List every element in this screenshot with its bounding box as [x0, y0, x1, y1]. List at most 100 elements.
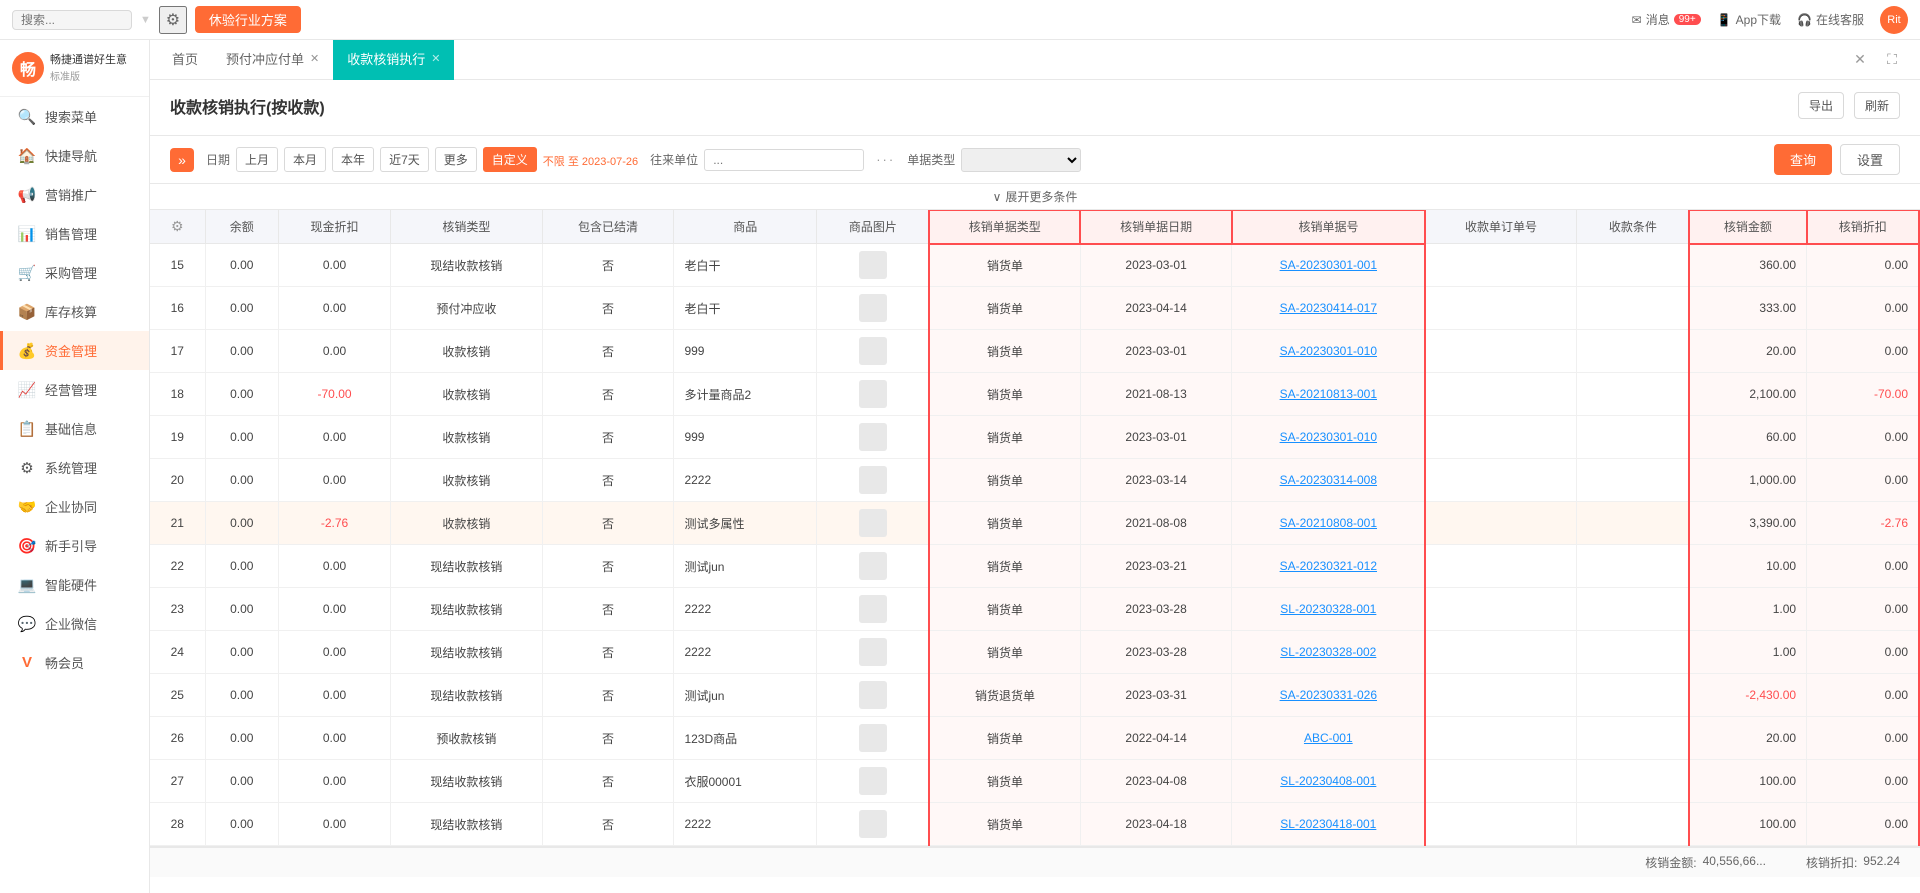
table-row[interactable]: 27 0.00 0.00 现结收款核销 否 衣服00001 销货单 2023-0…	[150, 760, 1919, 803]
page-header: 收款核销执行(按收款) 导出 刷新	[150, 80, 1920, 136]
cell-balance: 0.00	[205, 545, 278, 588]
sidebar-item-system[interactable]: ⚙ 系统管理	[0, 448, 149, 487]
sidebar-item-hardware[interactable]: 💻 智能硬件	[0, 565, 149, 604]
this-month-btn[interactable]: 本月	[284, 147, 326, 172]
doc-no-link[interactable]: SA-20210808-001	[1280, 516, 1377, 530]
doc-no-link[interactable]: SL-20230408-001	[1280, 774, 1376, 788]
from-unit-input[interactable]	[704, 149, 864, 171]
expand-filter-btn[interactable]: »	[170, 148, 194, 172]
app-download-label: App下载	[1736, 11, 1781, 28]
sidebar-item-purchase[interactable]: 🛒 采购管理	[0, 253, 149, 292]
cell-include-settled: 否	[542, 244, 674, 287]
doc-type-select[interactable]	[961, 148, 1081, 172]
doc-no-link[interactable]: SA-20230314-008	[1280, 473, 1377, 487]
doc-no-link[interactable]: ABC-001	[1304, 731, 1353, 745]
doc-no-link[interactable]: SL-20230328-002	[1280, 645, 1376, 659]
cell-verify-doc-type: 销货单	[929, 545, 1080, 588]
tab-close-btn[interactable]: ✕	[1848, 48, 1872, 72]
table-row[interactable]: 22 0.00 0.00 现结收款核销 否 测试jun 销货单 2023-03-…	[150, 545, 1919, 588]
table-row[interactable]: 16 0.00 0.00 预付冲应收 否 老白干 销货单 2023-04-14 …	[150, 287, 1919, 330]
col-include-settled: 包含已结清	[542, 210, 674, 244]
table-row[interactable]: 28 0.00 0.00 现结收款核销 否 2222 销货单 2023-04-1…	[150, 803, 1919, 846]
table-row[interactable]: 23 0.00 0.00 现结收款核销 否 2222 销货单 2023-03-2…	[150, 588, 1919, 631]
table-wrapper: ⚙ 余额 现金折扣 核销类型 包含已结清 商品 商品图片 核销单据类型 核销单据…	[150, 210, 1920, 893]
cell-verify-doc-no: SL-20230328-002	[1232, 631, 1426, 674]
doc-no-link[interactable]: SL-20230328-001	[1280, 602, 1376, 616]
sidebar-item-inventory[interactable]: 📦 库存核算	[0, 292, 149, 331]
col-settings[interactable]: ⚙	[150, 210, 205, 244]
cell-verify-doc-date: 2021-08-08	[1080, 502, 1231, 545]
sidebar-item-guide[interactable]: 🎯 新手引导	[0, 526, 149, 565]
doc-no-link[interactable]: SL-20230418-001	[1280, 817, 1376, 831]
message-item[interactable]: ✉ 消息 99+	[1632, 11, 1701, 28]
sidebar-item-collab[interactable]: 🤝 企业协同	[0, 487, 149, 526]
sidebar-item-marketing[interactable]: 📢 营销推广	[0, 175, 149, 214]
table-row[interactable]: 25 0.00 0.00 现结收款核销 否 测试jun 销货退货单 2023-0…	[150, 674, 1919, 717]
table-row[interactable]: 18 0.00 -70.00 收款核销 否 多计量商品2 销货单 2021-08…	[150, 373, 1919, 416]
sidebar-label-operations: 经营管理	[45, 380, 97, 399]
sidebar-item-base-info[interactable]: 📋 基础信息	[0, 409, 149, 448]
sidebar-item-vip[interactable]: V 畅会员	[0, 643, 149, 682]
tab-verify[interactable]: 收款核销执行 ✕	[333, 40, 454, 80]
user-avatar[interactable]: Rit	[1880, 6, 1908, 34]
industry-btn[interactable]: 休验行业方案	[195, 6, 301, 33]
cell-cash-discount: 0.00	[278, 545, 390, 588]
cell-cash-discount: 0.00	[278, 287, 390, 330]
sidebar-item-sales[interactable]: 📊 销售管理	[0, 214, 149, 253]
gear-button[interactable]: ⚙	[159, 6, 187, 34]
cell-balance: 0.00	[205, 244, 278, 287]
doc-no-link[interactable]: SA-20230331-026	[1280, 688, 1377, 702]
cell-goods-img	[817, 330, 929, 373]
top-bar-right: ✉ 消息 99+ 📱 App下载 🎧 在线客服 Rit	[1632, 6, 1908, 34]
last-month-btn[interactable]: 上月	[236, 147, 278, 172]
table-row[interactable]: 15 0.00 0.00 现结收款核销 否 老白干 销货单 2023-03-01…	[150, 244, 1919, 287]
cell-no: 16	[150, 287, 205, 330]
expand-more-btn[interactable]: ∨ 展开更多条件	[993, 188, 1078, 205]
set-btn[interactable]: 设置	[1840, 144, 1900, 175]
refresh-btn[interactable]: 刷新	[1854, 92, 1900, 119]
table-row[interactable]: 24 0.00 0.00 现结收款核销 否 2222 销货单 2023-03-2…	[150, 631, 1919, 674]
sidebar-item-finance[interactable]: 💰 资金管理	[0, 331, 149, 370]
cell-goods-img	[817, 717, 929, 760]
cell-balance: 0.00	[205, 588, 278, 631]
col-verify-doc-date: 核销单据日期	[1080, 210, 1231, 244]
more-date-btn[interactable]: 更多	[435, 147, 477, 172]
last-7-btn[interactable]: 近7天	[380, 147, 429, 172]
tab-verify-close[interactable]: ✕	[431, 52, 440, 65]
query-btn[interactable]: 查询	[1774, 144, 1832, 175]
cell-verify-type: 收款核销	[391, 330, 542, 373]
cell-receipt-order-no	[1425, 545, 1576, 588]
this-year-btn[interactable]: 本年	[332, 147, 374, 172]
cell-receipt-order-no	[1425, 416, 1576, 459]
cell-goods: 测试多属性	[674, 502, 817, 545]
cell-balance: 0.00	[205, 330, 278, 373]
sidebar-item-nav[interactable]: 🏠 快捷导航	[0, 136, 149, 175]
table-row[interactable]: 26 0.00 0.00 预收款核销 否 123D商品 销货单 2022-04-…	[150, 717, 1919, 760]
brand-search-input[interactable]	[12, 10, 132, 30]
table-row[interactable]: 19 0.00 0.00 收款核销 否 999 销货单 2023-03-01 S…	[150, 416, 1919, 459]
sidebar-item-search[interactable]: 🔍 搜索菜单	[0, 97, 149, 136]
online-support-item[interactable]: 🎧 在线客服	[1797, 11, 1864, 28]
cell-cash-discount: 0.00	[278, 717, 390, 760]
custom-date-btn[interactable]: 自定义	[483, 147, 537, 172]
doc-no-link[interactable]: SA-20230321-012	[1280, 559, 1377, 573]
tab-prepay-close[interactable]: ✕	[310, 52, 319, 65]
doc-no-link[interactable]: SA-20230301-010	[1280, 344, 1377, 358]
doc-no-link[interactable]: SA-20230301-001	[1280, 258, 1377, 272]
sidebar-item-wechat[interactable]: 💬 企业微信	[0, 604, 149, 643]
cell-receipt-condition	[1577, 287, 1689, 330]
table-row[interactable]: 20 0.00 0.00 收款核销 否 2222 销货单 2023-03-14 …	[150, 459, 1919, 502]
cell-verify-amount: 10.00	[1689, 545, 1807, 588]
export-btn[interactable]: 导出	[1798, 92, 1844, 119]
sidebar-item-operations[interactable]: 📈 经营管理	[0, 370, 149, 409]
doc-no-link[interactable]: SA-20230414-017	[1280, 301, 1377, 315]
app-download-item[interactable]: 📱 App下载	[1717, 11, 1781, 28]
doc-no-link[interactable]: SA-20230301-010	[1280, 430, 1377, 444]
top-bar: ▼ ⚙ 休验行业方案 ✉ 消息 99+ 📱 App下载 🎧 在线客服 Rit	[0, 0, 1920, 40]
tab-home[interactable]: 首页	[158, 40, 212, 80]
doc-no-link[interactable]: SA-20210813-001	[1280, 387, 1377, 401]
tab-prepay[interactable]: 预付冲应付单 ✕	[212, 40, 333, 80]
table-row[interactable]: 21 0.00 -2.76 收款核销 否 测试多属性 销货单 2021-08-0…	[150, 502, 1919, 545]
tab-expand-btn[interactable]: ⛶	[1880, 48, 1904, 72]
table-row[interactable]: 17 0.00 0.00 收款核销 否 999 销货单 2023-03-01 S…	[150, 330, 1919, 373]
